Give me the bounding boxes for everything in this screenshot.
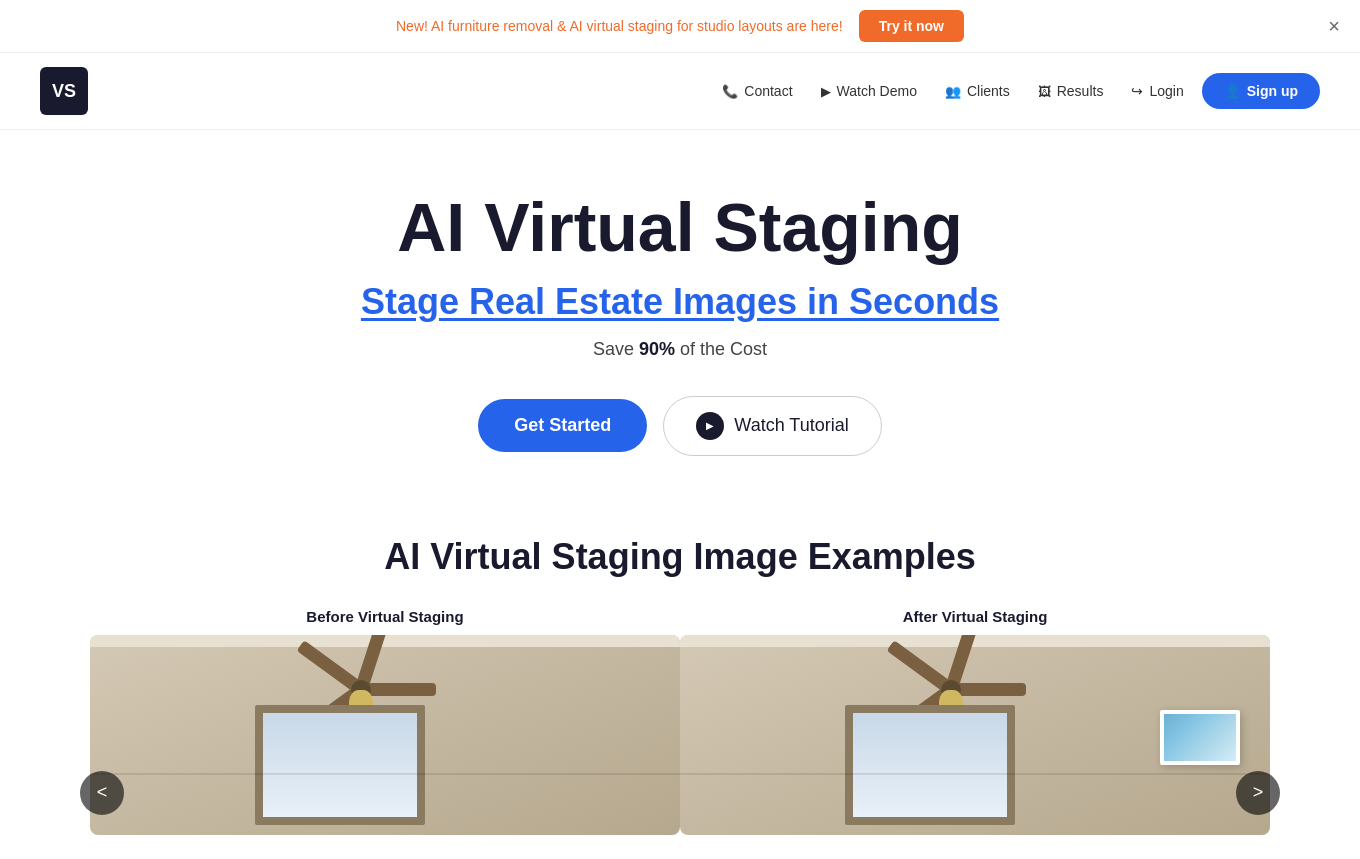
nav-item-results[interactable]: 🖼 Results [1028, 77, 1114, 105]
wall-painting [1160, 710, 1240, 765]
hero-subtitle: Stage Real Estate Images in Seconds [20, 281, 1340, 323]
before-label: Before Virtual Staging [90, 608, 680, 625]
hero-title: AI Virtual Staging [20, 190, 1340, 265]
user-icon: 👤 [1224, 83, 1241, 99]
wall-line-after [680, 773, 1270, 775]
examples-wrapper: Before Virtual Staging [80, 608, 1280, 835]
login-icon: ↪ [1131, 83, 1143, 99]
examples-grid: Before Virtual Staging [80, 608, 1280, 835]
announcement-text: New! AI furniture removal & AI virtual s… [396, 18, 843, 34]
nav-item-watch-demo[interactable]: ▶ Watch Demo [811, 77, 927, 105]
nav-item-login[interactable]: ↪ Login [1121, 77, 1193, 105]
clients-icon: 👥 [945, 84, 961, 99]
logo: VS [40, 67, 88, 115]
phone-icon: 📞 [722, 84, 738, 99]
nav-link-login[interactable]: ↪ Login [1121, 77, 1193, 105]
announcement-bar: New! AI furniture removal & AI virtual s… [0, 0, 1360, 53]
hero-section: AI Virtual Staging Stage Real Estate Ima… [0, 130, 1360, 496]
hero-buttons: Get Started ▶ Watch Tutorial [20, 396, 1340, 456]
wall-line [90, 773, 680, 775]
nav-link-results[interactable]: 🖼 Results [1028, 77, 1114, 105]
nav-link-clients[interactable]: 👥 Clients [935, 77, 1020, 105]
before-column: Before Virtual Staging [90, 608, 680, 835]
examples-section: AI Virtual Staging Image Examples Before… [0, 496, 1360, 835]
play-circle-icon: ▶ [696, 412, 724, 440]
close-announcement-button[interactable]: × [1328, 16, 1340, 36]
before-room-bg [90, 635, 680, 835]
nav-item-clients[interactable]: 👥 Clients [935, 77, 1020, 105]
prev-button[interactable]: < [80, 771, 124, 815]
navigation: VS 📞 Contact ▶ Watch Demo 👥 Clients 🖼 Re… [0, 53, 1360, 130]
hero-save-text: Save 90% of the Cost [20, 339, 1340, 360]
signup-button[interactable]: 👤 Sign up [1202, 73, 1320, 109]
after-room-bg [680, 635, 1270, 835]
nav-links: 📞 Contact ▶ Watch Demo 👥 Clients 🖼 Resul… [712, 73, 1320, 109]
next-button[interactable]: > [1236, 771, 1280, 815]
after-image [680, 635, 1270, 835]
window-before [255, 705, 425, 825]
after-column: After Virtual Staging [680, 608, 1270, 835]
play-icon: ▶ [821, 84, 831, 99]
nav-item-contact[interactable]: 📞 Contact [712, 77, 802, 105]
nav-item-signup[interactable]: 👤 Sign up [1202, 73, 1320, 109]
after-label: After Virtual Staging [680, 608, 1270, 625]
before-image [90, 635, 680, 835]
nav-link-watch-demo[interactable]: ▶ Watch Demo [811, 77, 927, 105]
watch-tutorial-button[interactable]: ▶ Watch Tutorial [663, 396, 881, 456]
get-started-button[interactable]: Get Started [478, 399, 647, 452]
try-it-button[interactable]: Try it now [859, 10, 964, 42]
nav-link-contact[interactable]: 📞 Contact [712, 77, 802, 105]
results-icon: 🖼 [1038, 84, 1051, 99]
examples-title: AI Virtual Staging Image Examples [20, 536, 1340, 578]
save-percent: 90% [639, 339, 675, 359]
window-after [845, 705, 1015, 825]
